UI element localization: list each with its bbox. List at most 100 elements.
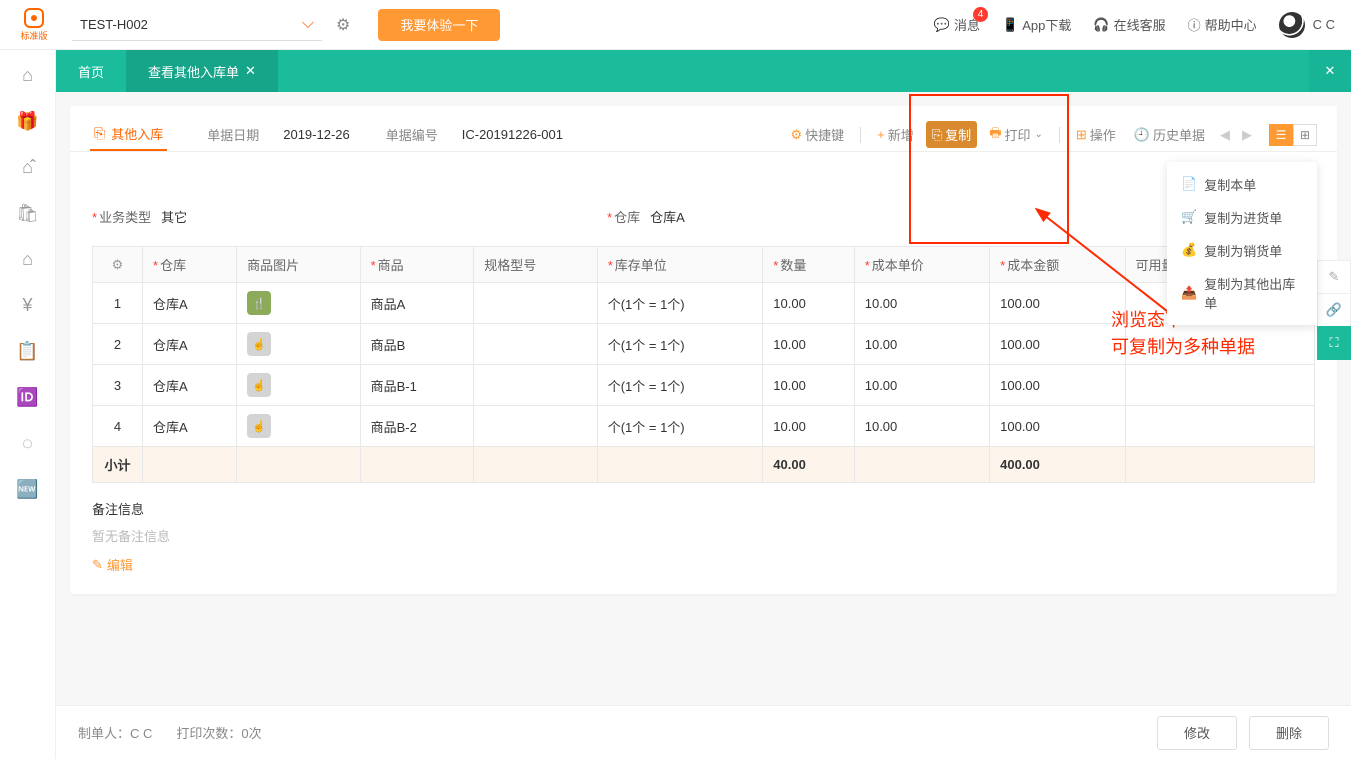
sync-icon[interactable]: ◌: [17, 432, 39, 454]
app-download-link[interactable]: 📱 App下载: [1002, 15, 1071, 34]
grid-icon: ⊞: [1076, 127, 1087, 143]
copy-other-out-item[interactable]: 📤复制为其他出库单: [1167, 267, 1317, 319]
col-unit: *库存单位: [597, 247, 763, 283]
table-row[interactable]: 4仓库A☝商品B-2个(1个 = 1个)10.0010.00100.00: [93, 406, 1315, 447]
receipt-icon: ⎘: [94, 125, 105, 142]
card-header: ⎘ 其他入库 单据日期 2019-12-26 单据编号 IC-20191226-…: [70, 106, 1337, 152]
col-image: 商品图片: [237, 247, 360, 283]
cell-amount: 100.00: [990, 406, 1125, 447]
gear-icon[interactable]: ⚙: [336, 15, 350, 35]
service-link[interactable]: 🎧 在线客服: [1093, 15, 1165, 34]
cell-product: 商品B-2: [360, 406, 474, 447]
cell-avail: [1125, 324, 1314, 365]
company-name: TEST-H002: [80, 17, 148, 32]
next-icon[interactable]: ▶: [1239, 127, 1255, 143]
user-name: C C: [1313, 17, 1335, 32]
subtotal-row: 小计 40.00 400.00: [93, 447, 1315, 483]
copy-purchase-item[interactable]: 🛒复制为进货单: [1167, 201, 1317, 234]
yen-icon[interactable]: ¥: [17, 294, 39, 316]
sale-icon: 💰: [1181, 242, 1197, 258]
tab-bar: 首页 查看其他入库单 ✕ ✕: [56, 50, 1351, 92]
card-tab[interactable]: ⎘ 其他入库: [90, 118, 167, 151]
rail-btn-1[interactable]: ✎: [1317, 260, 1351, 294]
cell-price: 10.00: [854, 365, 989, 406]
copy-sales-item[interactable]: 💰复制为销货单: [1167, 234, 1317, 267]
house-icon[interactable]: ⌂: [17, 248, 39, 270]
user-menu[interactable]: C C: [1279, 12, 1335, 38]
document-card: ⎘ 其他入库 单据日期 2019-12-26 单据编号 IC-20191226-…: [70, 106, 1337, 594]
gear-column[interactable]: ⚙: [93, 247, 143, 283]
delete-button[interactable]: 删除: [1249, 716, 1329, 750]
cell-product: 商品A: [360, 283, 474, 324]
print-button[interactable]: 🖶打印⌄: [983, 120, 1049, 150]
help-icon: ⓘ: [1188, 15, 1201, 34]
cell-price: 10.00: [854, 406, 989, 447]
home-icon[interactable]: ⌂: [17, 64, 39, 86]
grid-view-button[interactable]: ⊞: [1293, 124, 1317, 146]
help-link[interactable]: ⓘ 帮助中心: [1188, 15, 1257, 34]
chat-icon: 💬: [934, 17, 950, 33]
logo-text: 标准版: [20, 29, 47, 42]
subtotal-amount: 400.00: [990, 447, 1125, 483]
new-icon[interactable]: 🆕: [17, 478, 39, 500]
company-select[interactable]: TEST-H002 ⌵: [72, 9, 322, 41]
edit-remark-button[interactable]: ✎编辑: [92, 555, 1315, 574]
row-index: 2: [93, 324, 143, 365]
bag-icon[interactable]: 🛍: [17, 202, 39, 224]
cell-amount: 100.00: [990, 365, 1125, 406]
ops-button[interactable]: ⊞操作: [1070, 121, 1122, 148]
cell-image: ☝: [237, 324, 360, 365]
items-table: ⚙ *仓库 商品图片 *商品 规格型号 *库存单位 *数量 *成本单价 *成本金…: [92, 246, 1315, 483]
cell-warehouse: 仓库A: [143, 283, 237, 324]
gift-icon[interactable]: 🎁: [17, 110, 39, 132]
toolbar: ⚙快捷键 +新增 ⎘复制 🖶打印⌄ ⊞操作 🕘历史单据 ◀ ▶ ☰ ⊞: [784, 120, 1317, 150]
col-product: *商品: [360, 247, 474, 283]
cell-spec: [474, 324, 597, 365]
biz-value: 其它: [161, 207, 187, 226]
copy-dropdown: 📄复制本单 🛒复制为进货单 💰复制为销货单 📤复制为其他出库单: [1167, 162, 1317, 325]
edit-icon: ✎: [92, 557, 103, 573]
cta-button[interactable]: 我要体验一下: [378, 9, 500, 41]
headset-icon: 🎧: [1093, 17, 1109, 33]
rail-btn-2[interactable]: 🔗: [1317, 293, 1351, 327]
avatar: [1279, 12, 1305, 38]
warehouse-icon[interactable]: ⌂̂: [17, 156, 39, 178]
cell-amount: 100.00: [990, 283, 1125, 324]
add-button[interactable]: +新增: [871, 121, 920, 148]
product-image-icon: ☝: [247, 414, 271, 438]
prev-icon[interactable]: ◀: [1217, 127, 1233, 143]
cell-spec: [474, 406, 597, 447]
copy-button[interactable]: ⎘复制: [926, 121, 977, 148]
gear-icon: ⚙: [790, 127, 802, 143]
cell-amount: 100.00: [990, 324, 1125, 365]
id-icon[interactable]: 🆔: [17, 386, 39, 408]
table-row[interactable]: 2仓库A☝商品B个(1个 = 1个)10.0010.00100.00: [93, 324, 1315, 365]
list-view-button[interactable]: ☰: [1269, 124, 1293, 146]
phone-icon: 📱: [1002, 17, 1018, 33]
doc-icon: 📄: [1181, 176, 1197, 192]
cell-product: 商品B-1: [360, 365, 474, 406]
cell-warehouse: 仓库A: [143, 365, 237, 406]
modify-button[interactable]: 修改: [1157, 716, 1237, 750]
col-amount: *成本金额: [990, 247, 1125, 283]
messages-badge: 4: [973, 7, 988, 22]
out-icon: 📤: [1181, 285, 1197, 301]
table-row[interactable]: 3仓库A☝商品B-1个(1个 = 1个)10.0010.00100.00: [93, 365, 1315, 406]
table-row[interactable]: 1仓库A🍴商品A个(1个 = 1个)10.0010.00100.00: [93, 283, 1315, 324]
history-button[interactable]: 🕘历史单据: [1128, 121, 1211, 148]
rail-btn-expand[interactable]: ⛶: [1317, 326, 1351, 360]
logo[interactable]: 标准版: [16, 7, 52, 43]
tab-home[interactable]: 首页: [56, 50, 126, 92]
cell-qty: 10.00: [763, 324, 854, 365]
date-value: 2019-12-26: [283, 127, 350, 142]
content: ⎘ 其他入库 单据日期 2019-12-26 单据编号 IC-20191226-…: [56, 92, 1351, 705]
close-all-button[interactable]: ✕: [1309, 50, 1351, 92]
messages-link[interactable]: 💬 消息 4: [934, 15, 980, 34]
cell-unit: 个(1个 = 1个): [597, 324, 763, 365]
tab-detail[interactable]: 查看其他入库单 ✕: [126, 50, 278, 92]
close-icon[interactable]: ✕: [245, 63, 256, 79]
copy-this-item[interactable]: 📄复制本单: [1167, 168, 1317, 201]
remark-section: 备注信息 暂无备注信息 ✎编辑: [92, 499, 1315, 574]
shortcut-button[interactable]: ⚙快捷键: [784, 121, 850, 148]
clipboard-icon[interactable]: 📋: [17, 340, 39, 362]
